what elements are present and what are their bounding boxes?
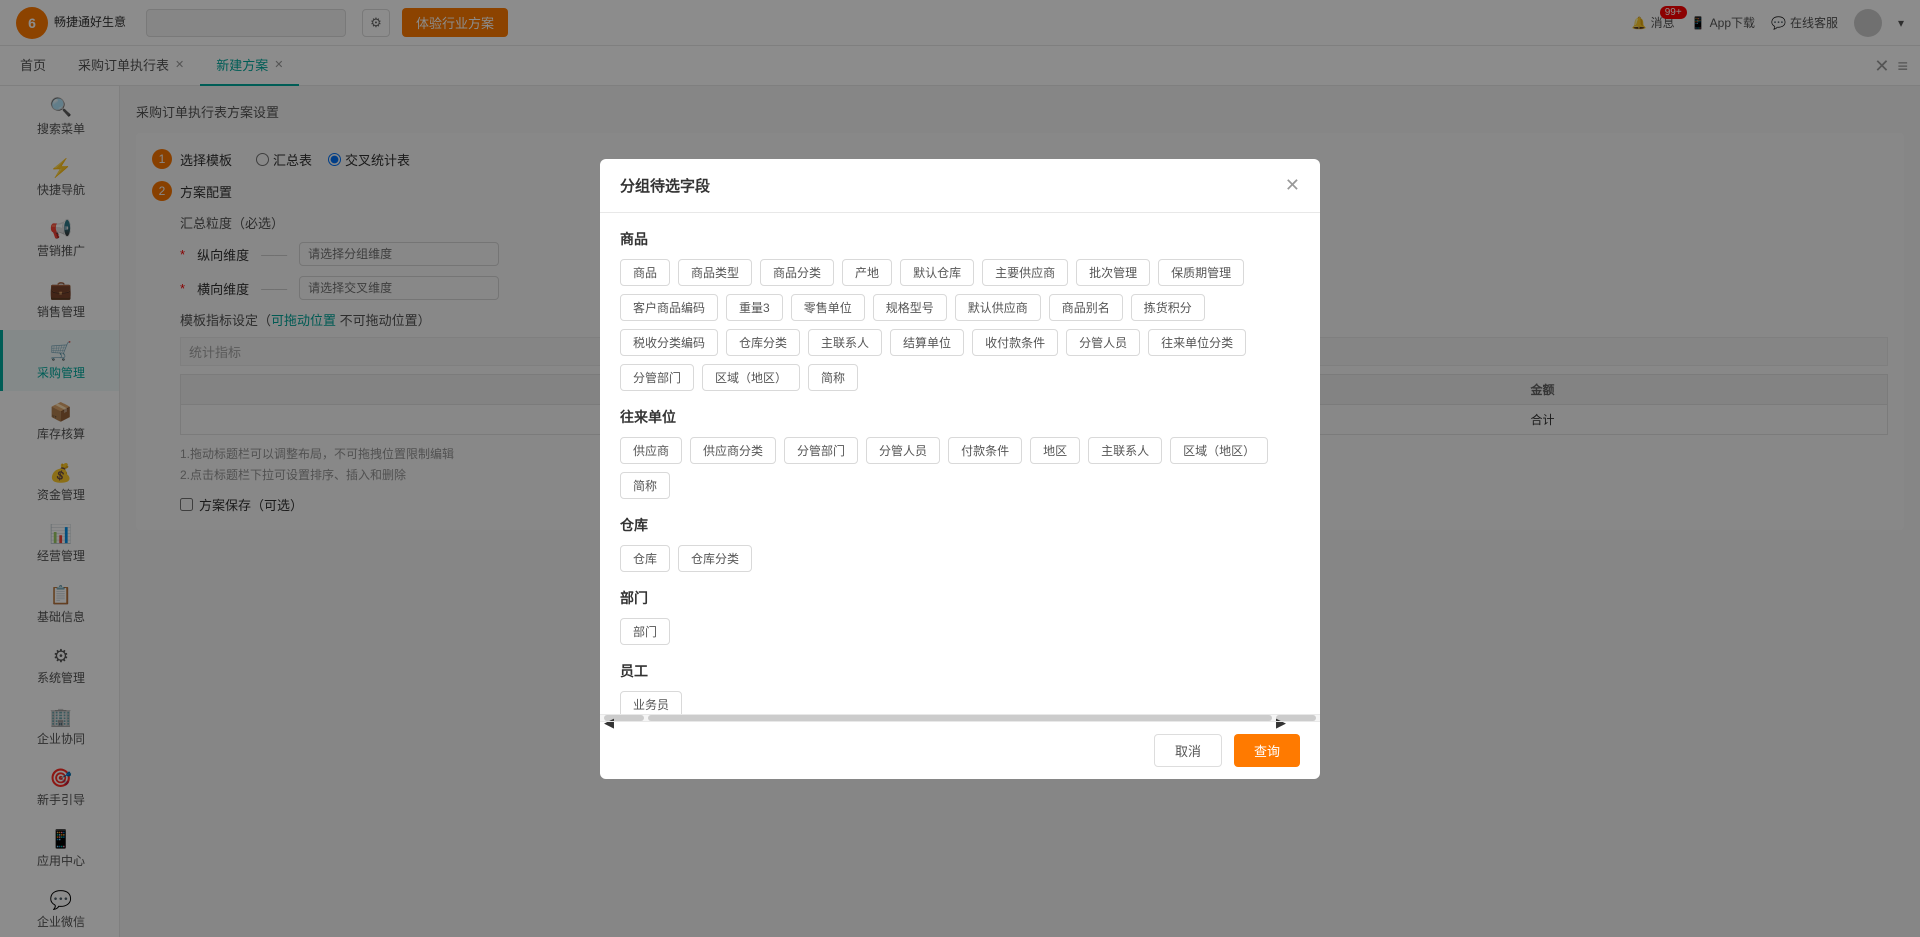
field-tag-origin[interactable]: 产地 — [842, 259, 892, 286]
field-tag-customer-code[interactable]: 客户商品编码 — [620, 294, 718, 321]
modal-close-button[interactable]: ✕ — [1285, 176, 1300, 194]
field-tag-main-contact[interactable]: 主联系人 — [808, 329, 882, 356]
field-tag-retail-unit[interactable]: 零售单位 — [791, 294, 865, 321]
field-tag-warehouse-cat[interactable]: 仓库分类 — [678, 545, 752, 572]
field-tag-warehouse[interactable]: 仓库 — [620, 545, 670, 572]
field-tags-partner: 供应商 供应商分类 分管部门 分管人员 付款条件 地区 主联系人 区域（地区） … — [620, 437, 1300, 499]
field-tag-warehouse-category[interactable]: 仓库分类 — [726, 329, 800, 356]
field-group-warehouse-title: 仓库 — [620, 515, 1300, 535]
field-tag-partner-region[interactable]: 区域（地区） — [1170, 437, 1268, 464]
field-group-warehouse: 仓库 仓库 仓库分类 — [620, 515, 1300, 572]
modal-body[interactable]: 商品 商品 商品类型 商品分类 产地 默认仓库 主要供应商 批次管理 保质期管理… — [600, 213, 1320, 714]
modal-horizontal-scrollbar[interactable]: ◀ ▶ — [600, 714, 1320, 721]
field-tag-quality-period[interactable]: 保质期管理 — [1158, 259, 1244, 286]
field-tag-tax-code[interactable]: 税收分类编码 — [620, 329, 718, 356]
field-tag-partner-category[interactable]: 往来单位分类 — [1148, 329, 1246, 356]
field-group-partner-title: 往来单位 — [620, 407, 1300, 427]
field-group-partner: 往来单位 供应商 供应商分类 分管部门 分管人员 付款条件 地区 主联系人 区域… — [620, 407, 1300, 499]
field-tag-payment-terms[interactable]: 收付款条件 — [972, 329, 1058, 356]
field-group-goods-title: 商品 — [620, 229, 1300, 249]
field-tag-department[interactable]: 部门 — [620, 618, 670, 645]
field-tag-batch-mgmt[interactable]: 批次管理 — [1076, 259, 1150, 286]
field-tag-partner-dept[interactable]: 分管部门 — [784, 437, 858, 464]
field-tag-supervisor-dept[interactable]: 分管部门 — [620, 364, 694, 391]
field-tag-spec-model[interactable]: 规格型号 — [873, 294, 947, 321]
field-tag-settlement-unit[interactable]: 结算单位 — [890, 329, 964, 356]
field-tag-supplier[interactable]: 供应商 — [620, 437, 682, 464]
modal-footer: 取消 查询 — [600, 721, 1320, 779]
cancel-button[interactable]: 取消 — [1154, 734, 1222, 767]
field-group-employee-title: 员工 — [620, 661, 1300, 681]
field-tag-default-warehouse[interactable]: 默认仓库 — [900, 259, 974, 286]
field-tag-partner-contact[interactable]: 主联系人 — [1088, 437, 1162, 464]
field-tag-partner-payment[interactable]: 付款条件 — [948, 437, 1022, 464]
field-group-employee: 员工 业务员 — [620, 661, 1300, 714]
field-tag-weight3[interactable]: 重量3 — [726, 294, 783, 321]
field-tag-pick-points[interactable]: 拣货积分 — [1131, 294, 1205, 321]
field-tags-goods: 商品 商品类型 商品分类 产地 默认仓库 主要供应商 批次管理 保质期管理 客户… — [620, 259, 1300, 391]
field-group-department: 部门 部门 — [620, 588, 1300, 645]
field-tags-employee: 业务员 — [620, 691, 1300, 714]
field-tag-default-supplier[interactable]: 默认供应商 — [955, 294, 1041, 321]
field-tag-region[interactable]: 区域（地区） — [702, 364, 800, 391]
field-group-department-title: 部门 — [620, 588, 1300, 608]
field-tags-department: 部门 — [620, 618, 1300, 645]
modal-header: 分组待选字段 ✕ — [600, 159, 1320, 213]
field-tag-short-name[interactable]: 简称 — [808, 364, 858, 391]
field-tag-main-supplier[interactable]: 主要供应商 — [982, 259, 1068, 286]
modal-overlay: 分组待选字段 ✕ 商品 商品 商品类型 商品分类 产地 默认仓库 主要供应商 批… — [0, 0, 1920, 937]
field-tag-supervisor[interactable]: 分管人员 — [1066, 329, 1140, 356]
field-tag-goods-type[interactable]: 商品类型 — [678, 259, 752, 286]
field-tag-goods-category[interactable]: 商品分类 — [760, 259, 834, 286]
field-tag-partner-area[interactable]: 地区 — [1030, 437, 1080, 464]
field-tags-warehouse: 仓库 仓库分类 — [620, 545, 1300, 572]
field-group-goods: 商品 商品 商品类型 商品分类 产地 默认仓库 主要供应商 批次管理 保质期管理… — [620, 229, 1300, 391]
field-tag-alias[interactable]: 商品别名 — [1049, 294, 1123, 321]
modal-title: 分组待选字段 — [620, 175, 710, 196]
field-tag-partner-short[interactable]: 简称 — [620, 472, 670, 499]
confirm-button[interactable]: 查询 — [1234, 734, 1300, 767]
field-tag-goods[interactable]: 商品 — [620, 259, 670, 286]
field-selection-modal: 分组待选字段 ✕ 商品 商品 商品类型 商品分类 产地 默认仓库 主要供应商 批… — [600, 159, 1320, 779]
field-tag-supplier-category[interactable]: 供应商分类 — [690, 437, 776, 464]
field-tag-salesperson[interactable]: 业务员 — [620, 691, 682, 714]
field-tag-partner-supervisor[interactable]: 分管人员 — [866, 437, 940, 464]
